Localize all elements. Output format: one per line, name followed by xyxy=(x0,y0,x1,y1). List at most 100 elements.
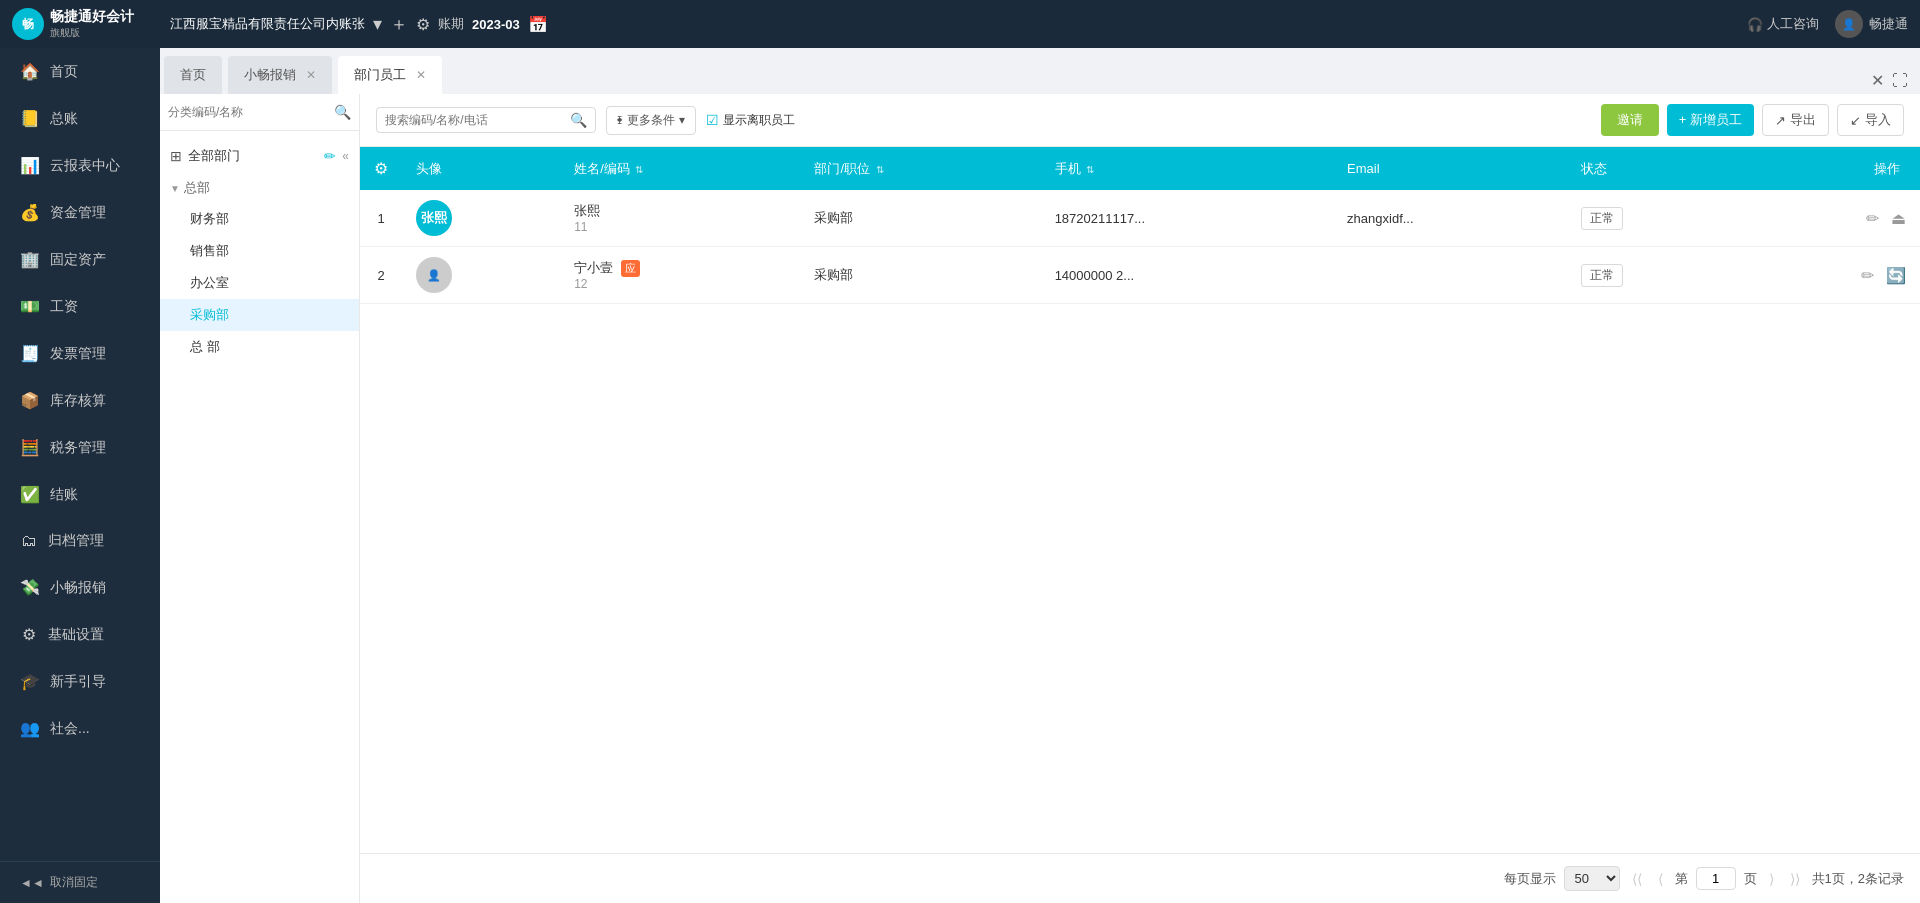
page-first-button[interactable]: ⟨⟨ xyxy=(1628,869,1646,889)
user-info[interactable]: 👤 畅捷通 xyxy=(1835,10,1908,38)
column-settings-button[interactable]: ⚙ xyxy=(374,159,388,178)
dept-node-finance[interactable]: 财务部 xyxy=(160,203,359,235)
import-icon: ↙ xyxy=(1850,113,1861,128)
logout-employee-button[interactable]: ⏏ xyxy=(1891,209,1906,228)
page-last-button[interactable]: ⟩⟩ xyxy=(1786,869,1804,889)
dept-node-office[interactable]: 办公室 xyxy=(160,267,359,299)
sidebar-item-archive[interactable]: 🗂 归档管理 xyxy=(0,518,160,564)
sidebar-item-tax[interactable]: 🧮 税务管理 xyxy=(0,424,160,471)
more-filter-button[interactable]: ⧱ 更多条件 ▾ xyxy=(606,106,696,135)
add-employee-button[interactable]: + 新增员工 xyxy=(1667,104,1754,136)
per-page-label: 每页显示 xyxy=(1504,870,1556,888)
dept-edit-button[interactable]: ✏ xyxy=(324,148,336,164)
sidebar-item-label: 固定资产 xyxy=(50,251,106,269)
sidebar-item-label: 云报表中心 xyxy=(50,157,120,175)
sidebar-item-guide[interactable]: 🎓 新手引导 xyxy=(0,658,160,705)
th-phone[interactable]: 手机 ⇅ xyxy=(1041,147,1333,190)
fund-icon: 💰 xyxy=(20,203,40,222)
dept-collapse-button[interactable]: « xyxy=(342,149,349,163)
ledger-icon: 📒 xyxy=(20,109,40,128)
archive-icon: 🗂 xyxy=(20,532,38,550)
dept-node-sales[interactable]: 销售部 xyxy=(160,235,359,267)
dept-tree-header[interactable]: ⊞ 全部部门 ✏ « xyxy=(160,139,359,173)
sidebar-item-fixed-assets[interactable]: 🏢 固定资产 xyxy=(0,236,160,283)
th-name[interactable]: 姓名/编码 ⇅ xyxy=(560,147,800,190)
tab-dept-employee[interactable]: 部门员工 ✕ xyxy=(338,56,442,94)
per-page-select[interactable]: 50 10 20 100 xyxy=(1564,866,1620,891)
inventory-icon: 📦 xyxy=(20,391,40,410)
tab-expense[interactable]: 小畅报销 ✕ xyxy=(228,56,332,94)
sidebar-item-label: 库存核算 xyxy=(50,392,106,410)
sidebar-item-expense[interactable]: 💸 小畅报销 xyxy=(0,564,160,611)
main-layout: 🏠 首页 📒 总账 📊 云报表中心 💰 资金管理 🏢 固定资产 💵 工资 🧾 发… xyxy=(0,48,1920,903)
sidebar-item-label: 结账 xyxy=(50,486,78,504)
settings-button[interactable]: ⚙ xyxy=(416,15,430,34)
dept-node-headquarters[interactable]: 总 部 xyxy=(160,331,359,363)
edit-employee-button[interactable]: ✏ xyxy=(1866,209,1879,228)
sidebar-item-social[interactable]: 👥 社会... xyxy=(0,705,160,752)
row-avatar: 张熙 xyxy=(402,190,560,247)
sidebar-item-close-account[interactable]: ✅ 结账 xyxy=(0,471,160,518)
page-next-button[interactable]: ⟩ xyxy=(1765,869,1778,889)
th-dept[interactable]: 部门/职位 ⇅ xyxy=(800,147,1040,190)
row-status: 正常 xyxy=(1567,190,1740,247)
toolbar-right: 邀请 + 新增员工 ↗ 导出 ↙ 导入 xyxy=(1601,104,1904,136)
sidebar-item-cloud-reports[interactable]: 📊 云报表中心 xyxy=(0,142,160,189)
action-icons: ✏ 🔄 xyxy=(1754,266,1906,285)
delete-employee-button[interactable]: 🔄 xyxy=(1886,266,1906,285)
invoice-icon: 🧾 xyxy=(20,344,40,363)
all-dept-label: 全部部门 xyxy=(188,147,240,165)
emp-search-button[interactable]: 🔍 xyxy=(570,112,587,128)
content-area: 首页 小畅报销 ✕ 部门员工 ✕ ✕ ⛶ 🔍 xyxy=(160,48,1920,903)
sidebar-item-label: 社会... xyxy=(50,720,90,738)
maximize-tab-button[interactable]: ⛶ xyxy=(1892,72,1908,90)
left-arrow-icon: ◄◄ xyxy=(20,876,44,890)
row-phone: 18720211117... xyxy=(1041,190,1333,247)
dept-search-area: 🔍 xyxy=(160,94,359,131)
sidebar-item-inventory[interactable]: 📦 库存核算 xyxy=(0,377,160,424)
invite-button[interactable]: 邀请 xyxy=(1601,104,1659,136)
dept-node-purchasing[interactable]: 采购部 xyxy=(160,299,359,331)
row-phone: 14000000 2... xyxy=(1041,247,1333,304)
tab-close-expense[interactable]: ✕ xyxy=(306,68,316,82)
export-button[interactable]: ↗ 导出 xyxy=(1762,104,1829,136)
table-header-row: ⚙ 头像 姓名/编码 ⇅ 部门/职位 ⇅ xyxy=(360,147,1920,190)
company-dropdown-button[interactable]: ▾ xyxy=(373,13,382,35)
sidebar-item-label: 总账 xyxy=(50,110,78,128)
dept-search-input[interactable] xyxy=(168,105,330,119)
import-button[interactable]: ↙ 导入 xyxy=(1837,104,1904,136)
dept-search-button[interactable]: 🔍 xyxy=(334,104,351,120)
grid-icon: ⊞ xyxy=(170,148,182,164)
headset-icon: 🎧 xyxy=(1747,17,1763,32)
table-row: 2 👤 宁小壹 应 12 xyxy=(360,247,1920,304)
dept-node-headquarters-parent[interactable]: ▼ 总部 xyxy=(160,173,359,203)
emp-name-row: 宁小壹 应 xyxy=(574,259,786,277)
tab-home[interactable]: 首页 xyxy=(164,56,222,94)
sidebar-item-settings[interactable]: ⚙ 基础设置 xyxy=(0,611,160,658)
page-input[interactable] xyxy=(1696,867,1736,890)
add-company-button[interactable]: ＋ xyxy=(390,12,408,36)
show-resigned-checkbox-label[interactable]: ☑ 显示离职员工 xyxy=(706,112,795,129)
sidebar-item-fund-management[interactable]: 💰 资金管理 xyxy=(0,189,160,236)
close-tab-button[interactable]: ✕ xyxy=(1871,71,1884,90)
sidebar-item-invoice[interactable]: 🧾 发票管理 xyxy=(0,330,160,377)
page-prev-button[interactable]: ⟨ xyxy=(1654,869,1667,889)
consult-button[interactable]: 🎧 人工咨询 xyxy=(1747,15,1819,33)
sidebar-item-home[interactable]: 🏠 首页 xyxy=(0,48,160,95)
sidebar-item-salary[interactable]: 💵 工资 xyxy=(0,283,160,330)
status-badge: 正常 xyxy=(1581,207,1623,230)
row-index: 1 xyxy=(360,190,402,247)
unpin-button[interactable]: ◄◄ 取消固定 xyxy=(0,861,160,903)
export-icon: ↗ xyxy=(1775,113,1786,128)
edit-employee-button[interactable]: ✏ xyxy=(1861,266,1874,285)
emp-table-wrap: ⚙ 头像 姓名/编码 ⇅ 部门/职位 ⇅ xyxy=(360,147,1920,853)
calendar-button[interactable]: 📅 xyxy=(528,15,548,34)
sidebar-item-general-ledger[interactable]: 📒 总账 xyxy=(0,95,160,142)
home-icon: 🏠 xyxy=(20,62,40,81)
sidebar: 🏠 首页 📒 总账 📊 云报表中心 💰 资金管理 🏢 固定资产 💵 工资 🧾 发… xyxy=(0,48,160,903)
tabs-bar: 首页 小畅报销 ✕ 部门员工 ✕ ✕ ⛶ xyxy=(160,48,1920,94)
filter-icon: ⧱ xyxy=(617,113,623,127)
tab-close-dept[interactable]: ✕ xyxy=(416,68,426,82)
sidebar-item-label: 工资 xyxy=(50,298,78,316)
emp-search-input[interactable] xyxy=(385,113,566,127)
